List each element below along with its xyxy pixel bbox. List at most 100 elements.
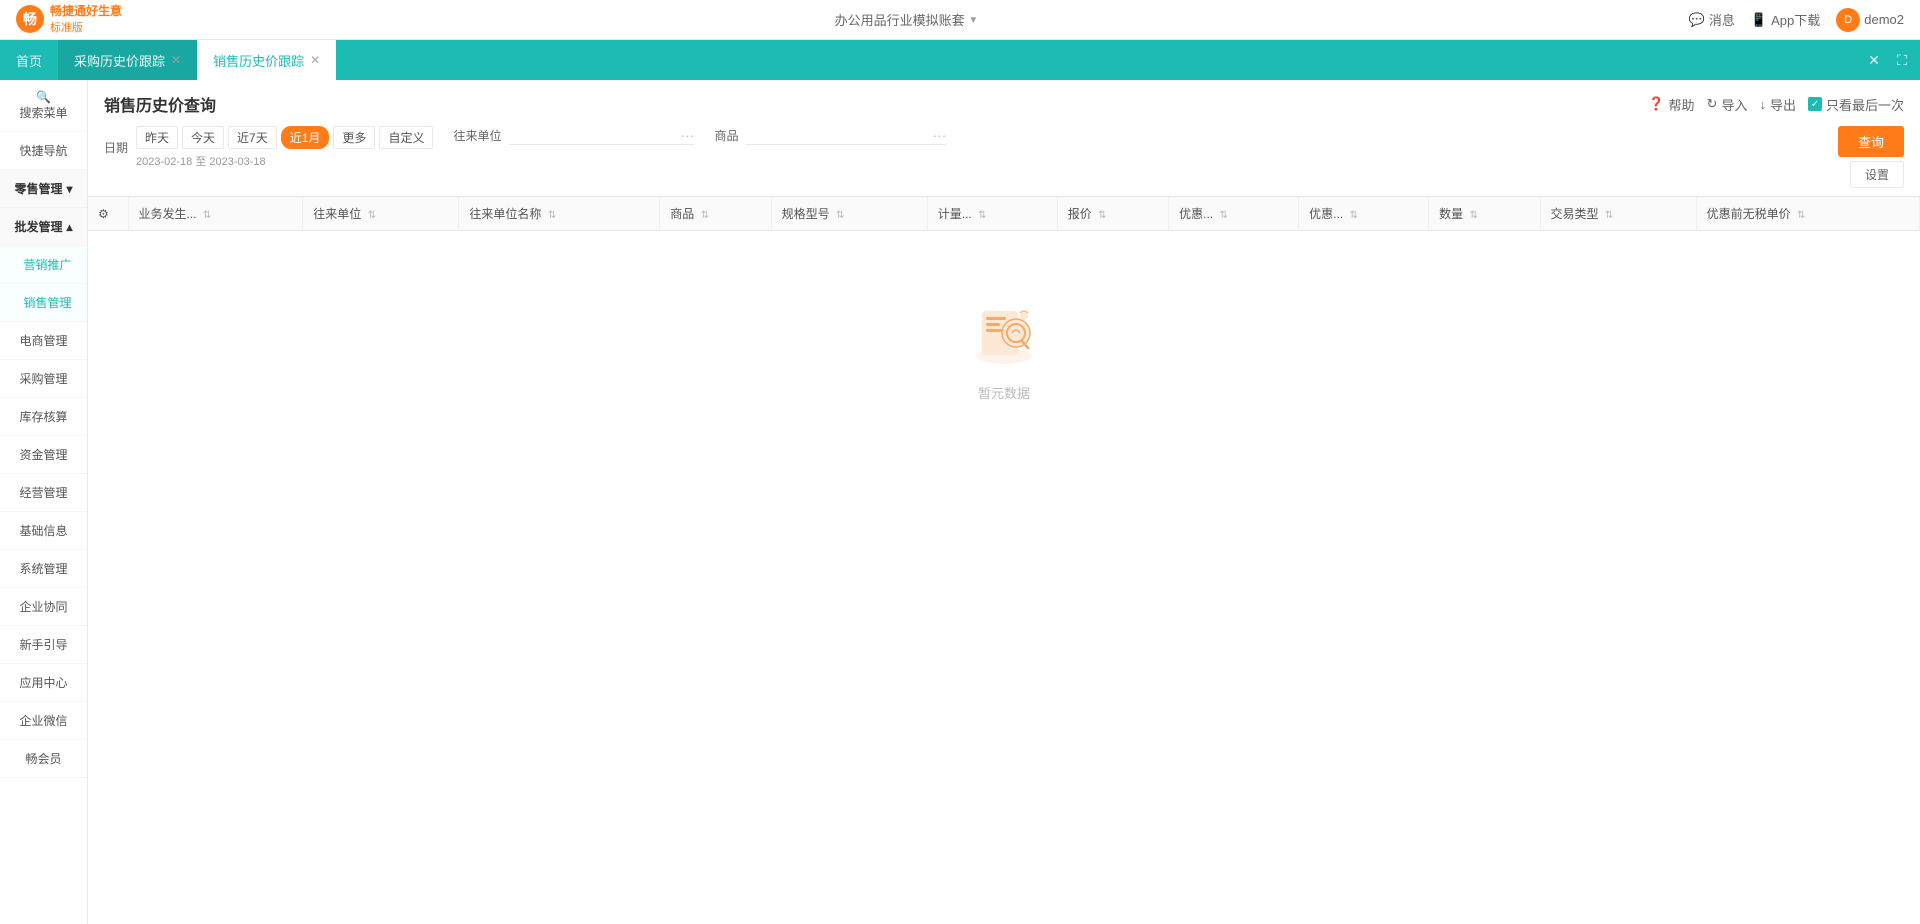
tab-home-label: 首页 <box>16 51 42 70</box>
col-discount2[interactable]: 优惠... ⇅ <box>1299 197 1429 231</box>
col-counterparty[interactable]: 往来单位 ⇅ <box>303 197 459 231</box>
filter-area: 日期 昨天 今天 近7天 近1月 更多 自定义 2023-02-18 至 202… <box>104 126 1904 188</box>
wholesale-arrow-icon: ▴ <box>66 220 72 234</box>
col-spec-label: 规格型号 <box>782 207 830 221</box>
logo-text-group: 畅捷通好生意 标准版 <box>50 4 122 34</box>
date-btn-more[interactable]: 更多 <box>333 126 375 149</box>
sidebar-item-wholesale-mgmt[interactable]: 批发管理 ▴ <box>0 208 87 246</box>
sidebar-item-enterprise-wechat[interactable]: 企业微信 <box>0 702 87 740</box>
col-trade-type[interactable]: 交易类型 ⇅ <box>1540 197 1696 231</box>
sidebar-item-system[interactable]: 系统管理 <box>0 550 87 588</box>
sort-arrows-discount2: ⇅ <box>1350 210 1358 221</box>
date-btn-today[interactable]: 今天 <box>182 126 224 149</box>
sidebar-item-member[interactable]: 畅会员 <box>0 740 87 778</box>
date-btn-custom[interactable]: 自定义 <box>379 126 433 149</box>
setting-button[interactable]: 设置 <box>1850 161 1904 188</box>
sidebar-item-basic-info[interactable]: 基础信息 <box>0 512 87 550</box>
col-discount1[interactable]: 优惠... ⇅ <box>1169 197 1299 231</box>
date-range-text: 2023-02-18 至 2023-03-18 <box>136 153 433 169</box>
tab-home[interactable]: 首页 <box>0 40 58 80</box>
col-spec[interactable]: 规格型号 ⇅ <box>771 197 927 231</box>
goods-label: 商品 <box>714 127 738 144</box>
col-pretax-price-label: 优惠前无税单价 <box>1707 207 1791 221</box>
logo-text: 畅捷通好生意 <box>50 4 122 18</box>
tab-purchase-history[interactable]: 采购历史价跟踪 ✕ <box>58 40 197 80</box>
top-bar-right: 💬 消息 📱 App下载 D demo2 <box>1689 8 1904 32</box>
only-last-checkbox-area[interactable]: ✓ 只看最后一次 <box>1808 95 1904 114</box>
col-quote[interactable]: 报价 ⇅ <box>1057 197 1168 231</box>
col-pretax-price[interactable]: 优惠前无税单价 ⇅ <box>1696 197 1919 231</box>
sidebar-item-finance[interactable]: 资金管理 <box>0 436 87 474</box>
date-btn-1month[interactable]: 近1月 <box>281 126 330 149</box>
goods-filter-group: 商品 ··· <box>714 126 946 145</box>
goods-input[interactable] <box>746 126 932 144</box>
tab-sales-history-close-icon[interactable]: ✕ <box>310 53 320 67</box>
avatar: D <box>1836 8 1860 32</box>
sidebar-item-retail-mgmt[interactable]: 零售管理 ▾ <box>0 170 87 208</box>
sidebar-item-ops[interactable]: 经营管理 <box>0 474 87 512</box>
workspace-selector[interactable]: 办公用品行业模拟账套 ▾ <box>835 10 977 29</box>
table-section: ⚙ 业务发生... ⇅ 往来单位 ⇅ 往来单位名称 <box>88 197 1920 924</box>
date-label: 日期 <box>104 139 128 156</box>
col-quantity-label: 数量 <box>1439 207 1463 221</box>
app-download-button[interactable]: 📱 App下载 <box>1751 10 1820 29</box>
sidebar-item-enterprise-collab[interactable]: 企业协同 <box>0 588 87 626</box>
sidebar-item-inventory[interactable]: 库存核算 <box>0 398 87 436</box>
col-quantity[interactable]: 数量 ⇅ <box>1429 197 1540 231</box>
message-button[interactable]: 💬 消息 <box>1689 10 1735 29</box>
col-unit[interactable]: 计量... ⇅ <box>927 197 1057 231</box>
date-btn-7days[interactable]: 近7天 <box>228 126 277 149</box>
goods-dots-icon[interactable]: ··· <box>932 127 946 143</box>
export-icon: ↓ <box>1759 97 1766 112</box>
workspace-dropdown-icon[interactable]: ▾ <box>971 13 977 26</box>
col-goods-label: 商品 <box>670 207 694 221</box>
export-button[interactable]: ↓ 导出 <box>1759 95 1796 114</box>
help-button[interactable]: ❓ 帮助 <box>1648 95 1694 114</box>
counterparty-dots-icon[interactable]: ··· <box>680 127 694 143</box>
empty-state: 暂元数据 <box>88 231 1920 462</box>
tab-purchase-history-close-icon[interactable]: ✕ <box>171 53 181 67</box>
counterparty-label: 往来单位 <box>453 127 501 144</box>
settings-icon[interactable]: ⚙ <box>98 207 109 221</box>
col-biz-date-label: 业务发生... <box>139 207 197 221</box>
only-last-checkbox[interactable]: ✓ <box>1808 97 1822 111</box>
date-filter-group: 日期 昨天 今天 近7天 近1月 更多 自定义 2023-02-18 至 202… <box>104 126 433 169</box>
sort-arrows-unit: ⇅ <box>978 210 986 221</box>
col-counterparty-label: 往来单位 <box>313 207 361 221</box>
col-counterparty-name[interactable]: 往来单位名称 ⇅ <box>459 197 660 231</box>
page-title-row: 销售历史价查询 ❓ 帮助 ↻ 导入 ↓ 导出 ✓ <box>104 92 1904 116</box>
tab-sales-history[interactable]: 销售历史价跟踪 ✕ <box>197 40 336 80</box>
sort-arrows-goods: ⇅ <box>701 210 709 221</box>
col-counterparty-name-label: 往来单位名称 <box>469 207 541 221</box>
col-quote-label: 报价 <box>1068 207 1092 221</box>
col-biz-date[interactable]: 业务发生... ⇅ <box>128 197 303 231</box>
sidebar-item-search-menu[interactable]: 🔍 搜索菜单 <box>0 80 87 132</box>
sidebar-item-marketing-promo[interactable]: 营销推广 <box>0 246 87 284</box>
sidebar-item-quick-nav[interactable]: 快捷导航 <box>0 132 87 170</box>
col-settings[interactable]: ⚙ <box>88 197 128 231</box>
close-window-button[interactable]: ✕ <box>1864 50 1884 70</box>
counterparty-input[interactable] <box>509 126 680 144</box>
sidebar: 🔍 搜索菜单 快捷导航 零售管理 ▾ 批发管理 ▴ 营销推广 销售管理 电商管理… <box>0 80 88 924</box>
top-bar-left: 畅 畅捷通好生意 标准版 <box>16 4 122 34</box>
sidebar-item-newcomer[interactable]: 新手引导 <box>0 626 87 664</box>
sidebar-item-sales-mgmt[interactable]: 销售管理 <box>0 284 87 322</box>
maximize-window-button[interactable]: ⛶ <box>1892 50 1912 70</box>
counterparty-filter-group: 往来单位 ··· <box>453 126 694 145</box>
col-goods[interactable]: 商品 ⇅ <box>660 197 771 231</box>
sort-arrows-pretax-price: ⇅ <box>1797 210 1805 221</box>
query-button[interactable]: 查询 <box>1838 126 1904 157</box>
page-title: 销售历史价查询 <box>104 92 216 116</box>
table-container[interactable]: ⚙ 业务发生... ⇅ 往来单位 ⇅ 往来单位名称 <box>88 197 1920 924</box>
header-actions: ❓ 帮助 ↻ 导入 ↓ 导出 ✓ 只看最后一次 <box>1648 95 1904 114</box>
sort-arrows-quote: ⇅ <box>1098 210 1106 221</box>
sidebar-item-purchase[interactable]: 采购管理 <box>0 360 87 398</box>
sidebar-item-ecommerce[interactable]: 电商管理 <box>0 322 87 360</box>
help-icon: ❓ <box>1648 96 1664 112</box>
tab-sales-history-label: 销售历史价跟踪 <box>213 51 304 70</box>
sidebar-item-app-center[interactable]: 应用中心 <box>0 664 87 702</box>
col-discount1-label: 优惠... <box>1179 207 1213 221</box>
date-btn-yesterday[interactable]: 昨天 <box>136 126 178 149</box>
user-profile[interactable]: D demo2 <box>1836 8 1904 32</box>
import-button[interactable]: ↻ 导入 <box>1707 95 1748 114</box>
